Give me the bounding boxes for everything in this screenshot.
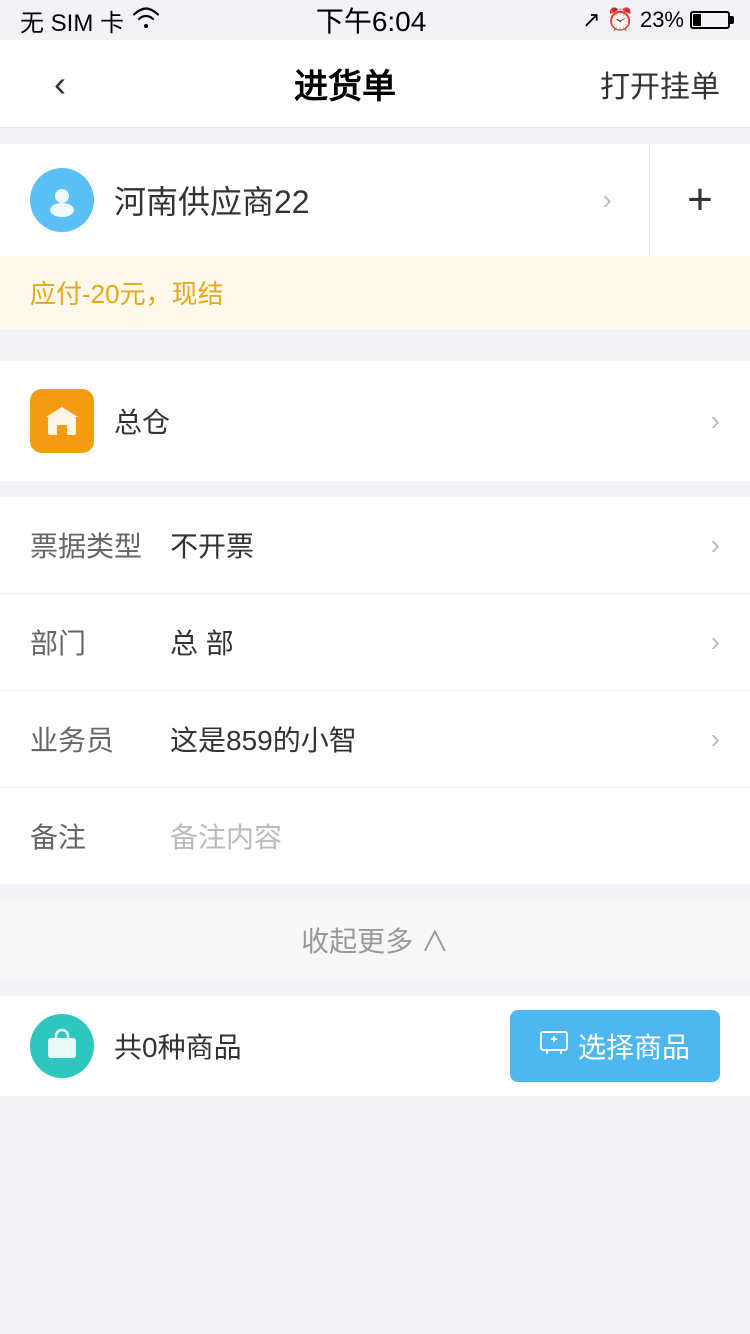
department-value: 总 部 [170,622,711,662]
invoice-type-chevron-icon: › [711,529,720,561]
department-label: 部门 [30,622,170,662]
form-section: 票据类型 不开票 › 部门 总 部 › 业务员 这是859的小智 › 备注 备注… [0,497,750,884]
select-product-button[interactable]: 选择商品 [510,1010,720,1082]
alarm-icon: ⏰ [607,7,634,33]
battery-icon [690,11,730,29]
remark-row[interactable]: 备注 备注内容 [0,788,750,884]
warehouse-row[interactable]: 总仓 › [0,361,750,481]
supplier-avatar [30,168,94,232]
department-row[interactable]: 部门 总 部 › [0,594,750,691]
section-divider-1 [0,128,750,144]
warehouse-name: 总仓 [114,401,711,441]
section-divider-2 [0,329,750,345]
salesperson-label: 业务员 [30,719,170,759]
warehouse-section: 总仓 › [0,361,750,481]
invoice-type-value: 不开票 [170,525,711,565]
collapse-button[interactable]: 收起更多 ∧ [0,900,750,980]
status-bar-time: 下午6:04 [316,0,427,40]
invoice-type-label: 票据类型 [30,525,170,565]
salesperson-chevron-icon: › [711,723,720,755]
status-bar: 无 SIM 卡 下午6:04 ↗ ⏰ 23% [0,0,750,40]
supplier-name: 河南供应商22 [114,177,595,223]
supplier-chevron-icon: › [595,188,619,212]
supplier-select-row[interactable]: 河南供应商22 › [0,144,650,256]
nav-bar: ‹ 进货单 打开挂单 [0,40,750,128]
wifi-icon [132,6,160,35]
salesperson-row[interactable]: 业务员 这是859的小智 › [0,691,750,788]
product-section: 共0种商品 选择商品 [0,996,750,1096]
notice-text: 应付-20元，现结 [30,279,224,309]
invoice-type-row[interactable]: 票据类型 不开票 › [0,497,750,594]
status-bar-right: ↗ ⏰ 23% [582,7,730,33]
select-product-label: 选择商品 [578,1026,690,1066]
warehouse-icon [30,389,94,453]
select-product-icon [540,1030,568,1062]
product-count-label: 共0种商品 [114,1026,490,1066]
battery-percentage: 23% [640,7,684,33]
supplier-section: 河南供应商22 › + [0,144,750,256]
remark-label: 备注 [30,816,170,856]
open-pending-button[interactable]: 打开挂单 [600,62,720,106]
salesperson-value: 这是859的小智 [170,719,711,759]
location-icon: ↗ [582,7,600,33]
remark-input[interactable]: 备注内容 [170,816,720,856]
page-title: 进货单 [294,59,396,108]
warehouse-chevron-icon: › [711,405,720,437]
product-icon [30,1014,94,1078]
carrier-label: 无 SIM 卡 [20,3,124,38]
add-supplier-button[interactable]: + [650,144,750,256]
notice-bar: 应付-20元，现结 [0,256,750,329]
status-bar-left: 无 SIM 卡 [20,3,160,38]
back-button[interactable]: ‹ [30,54,90,114]
department-chevron-icon: › [711,626,720,658]
